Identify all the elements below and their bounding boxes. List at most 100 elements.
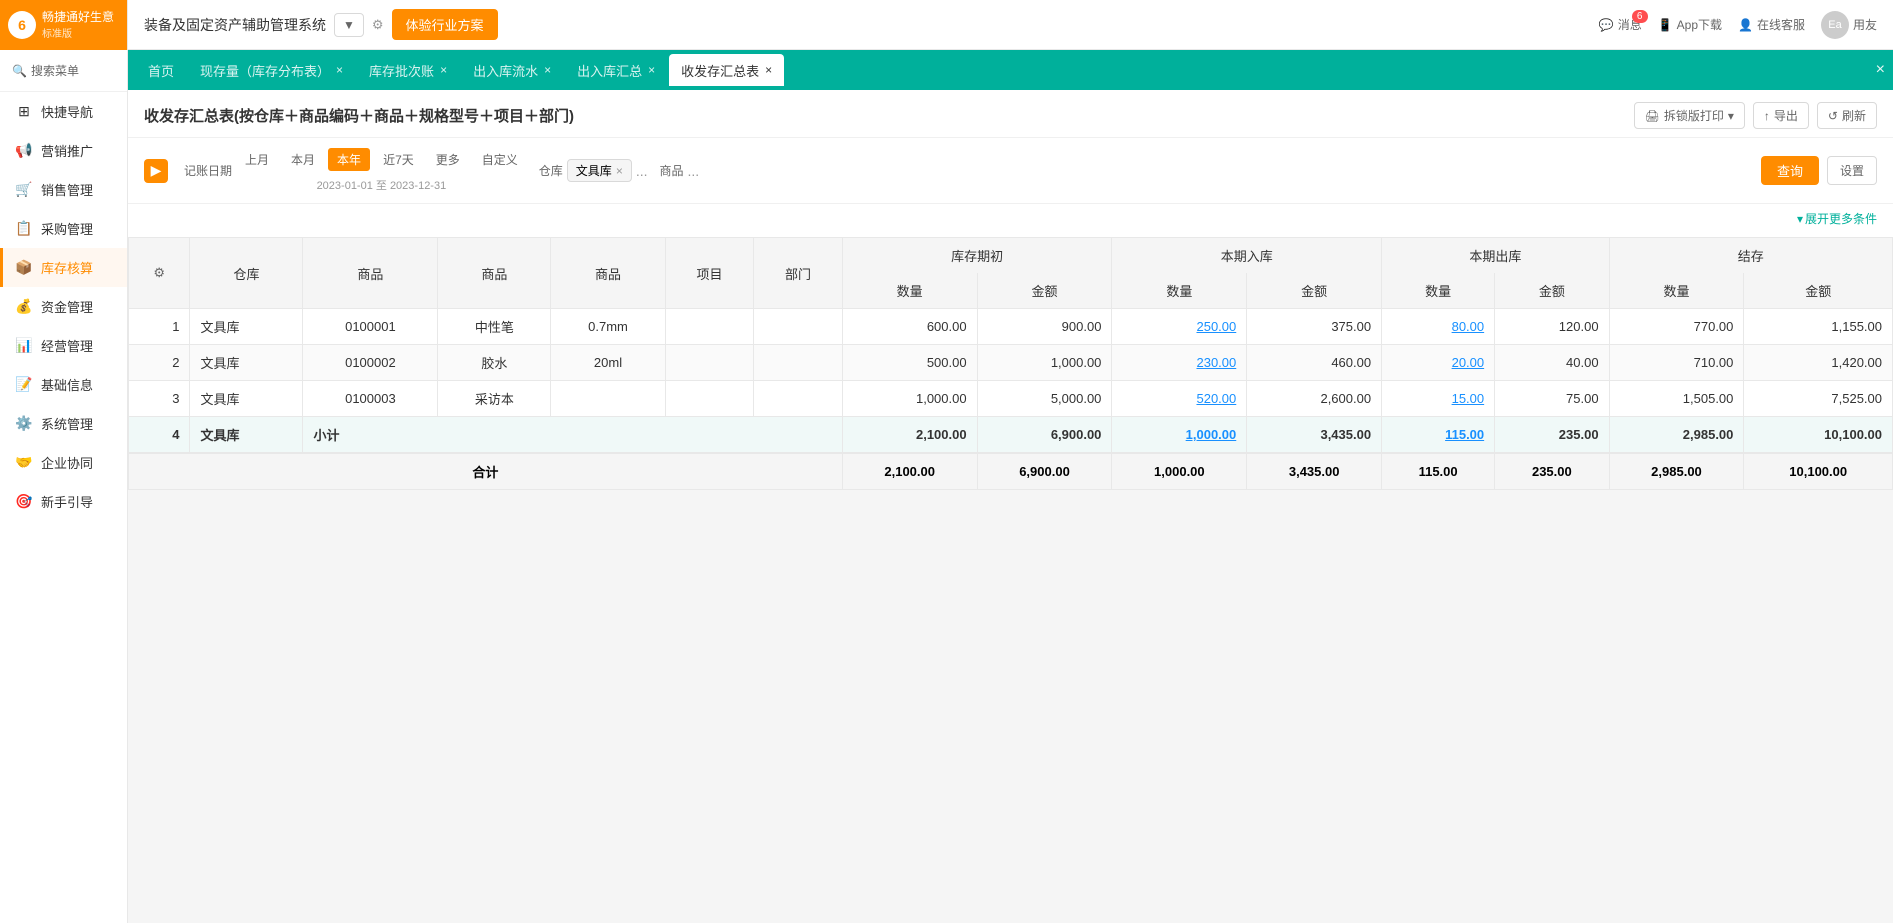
tab-stock-dist[interactable]: 现存量（库存分布表） × bbox=[188, 54, 355, 86]
sidebar-item-operation[interactable]: 📊 经营管理 bbox=[0, 326, 127, 365]
print-button[interactable]: 🖨 拆锁版打印 ▾ bbox=[1634, 102, 1745, 129]
total-out-qty: 115.00 bbox=[1382, 453, 1495, 490]
subtotal-in-qty[interactable]: 1,000.00 bbox=[1112, 417, 1247, 454]
table-row: 3 文具库 0100003 采访本 1,000.00 5,000.00 520.… bbox=[129, 381, 1893, 417]
notification-badge: 6 bbox=[1632, 10, 1648, 23]
online-service-item[interactable]: 👤 在线客服 bbox=[1738, 16, 1805, 33]
tab-stock-dist-close[interactable]: × bbox=[336, 63, 343, 77]
filter-row: 记账日期 上月 本月 本年 近7天 更多 自定义 2023-01-01 至 20… bbox=[184, 148, 1745, 193]
subtotal-open-amt: 6,900.00 bbox=[977, 417, 1112, 454]
close-all-tabs-button[interactable]: × bbox=[1876, 61, 1885, 79]
sidebar-item-sales[interactable]: 🛒 销售管理 bbox=[0, 170, 127, 209]
row1-dept bbox=[754, 309, 843, 345]
topbar: 装备及固定资产辅助管理系统 ▼ ⚙ 体验行业方案 💬 消息 6 📱 App下载 … bbox=[128, 0, 1893, 50]
row3-out-qty[interactable]: 15.00 bbox=[1382, 381, 1495, 417]
out-qty-header: 数量 bbox=[1382, 273, 1495, 309]
trial-button[interactable]: 体验行业方案 bbox=[392, 9, 498, 40]
col-goods-code-header: 商品 bbox=[303, 238, 438, 309]
operation-icon: 📊 bbox=[15, 337, 33, 354]
tab-batch-label: 库存批次账 bbox=[369, 61, 434, 80]
tab-batch[interactable]: 库存批次账 × bbox=[357, 54, 459, 86]
row2-out-amt: 40.00 bbox=[1495, 345, 1609, 381]
tab-recv-send-close[interactable]: × bbox=[765, 63, 772, 77]
filter-expand-button[interactable]: ▶ bbox=[144, 159, 168, 183]
sidebar-item-basic[interactable]: 📝 基础信息 bbox=[0, 365, 127, 404]
app-download-label: App下载 bbox=[1677, 16, 1722, 33]
enterprise-icon: 🤝 bbox=[15, 454, 33, 471]
warehouse-tag-close[interactable]: × bbox=[616, 164, 623, 178]
opening-qty-header: 数量 bbox=[842, 273, 977, 309]
table-wrapper: ⚙ 仓库 商品 商品 商品 项目 部门 库存期初 本期入库 本期出库 结存 bbox=[128, 237, 1893, 490]
row2-out-qty[interactable]: 20.00 bbox=[1382, 345, 1495, 381]
row3-goods-name: 采访本 bbox=[438, 381, 551, 417]
date-range-display: 2023-01-01 至 2023-12-31 bbox=[317, 177, 447, 193]
closing-amt-header: 金额 bbox=[1744, 273, 1893, 309]
export-button[interactable]: ↑ 导出 bbox=[1753, 102, 1809, 129]
subtotal-row: 4 文具库 小计 2,100.00 6,900.00 1,000.00 3,43… bbox=[129, 417, 1893, 454]
tab-recv-send[interactable]: 收发存汇总表 × bbox=[669, 54, 784, 86]
tab-in-out-summary[interactable]: 出入库汇总 × bbox=[565, 54, 667, 86]
tab-in-out-summary-close[interactable]: × bbox=[648, 63, 655, 77]
sidebar-item-system[interactable]: ⚙️ 系统管理 bbox=[0, 404, 127, 443]
last-7-btn[interactable]: 近7天 bbox=[374, 148, 423, 171]
row2-goods-spec: 20ml bbox=[551, 345, 665, 381]
expand-more-label: 展开更多条件 bbox=[1805, 210, 1877, 227]
sidebar-item-label: 系统管理 bbox=[41, 414, 93, 433]
sidebar-item-quick-nav[interactable]: ⊞ 快捷导航 bbox=[0, 92, 127, 131]
print-icon: 🖨 bbox=[1645, 109, 1660, 123]
this-month-btn[interactable]: 本月 bbox=[282, 148, 324, 171]
expand-more-button[interactable]: ▾ 展开更多条件 bbox=[1797, 210, 1877, 227]
settings-gear-icon[interactable]: ⚙ bbox=[372, 17, 384, 33]
row1-out-qty[interactable]: 80.00 bbox=[1382, 309, 1495, 345]
refresh-button[interactable]: ↺ 刷新 bbox=[1817, 102, 1877, 129]
app-download-item[interactable]: 📱 App下载 bbox=[1658, 16, 1722, 33]
more-date-btn[interactable]: 更多 bbox=[427, 148, 469, 171]
row2-project bbox=[665, 345, 754, 381]
row3-in-qty[interactable]: 520.00 bbox=[1112, 381, 1247, 417]
date-filters: 上月 本月 本年 近7天 更多 自定义 2023-01-01 至 2023-12… bbox=[236, 148, 527, 193]
row2-goods-name: 胶水 bbox=[438, 345, 551, 381]
tab-in-out-flow-close[interactable]: × bbox=[544, 63, 551, 77]
logo-icon: 6 bbox=[8, 11, 36, 39]
row3-close-amt: 7,525.00 bbox=[1744, 381, 1893, 417]
sidebar-item-newbie[interactable]: 🎯 新手引导 bbox=[0, 482, 127, 521]
this-year-btn[interactable]: 本年 bbox=[328, 148, 370, 171]
query-button[interactable]: 查询 bbox=[1761, 156, 1819, 185]
user-label: 用友 bbox=[1853, 16, 1877, 33]
sidebar-item-enterprise[interactable]: 🤝 企业协同 bbox=[0, 443, 127, 482]
subtotal-out-qty[interactable]: 115.00 bbox=[1382, 417, 1495, 454]
sidebar-item-purchase[interactable]: 📋 采购管理 bbox=[0, 209, 127, 248]
warehouse-ellipsis[interactable]: ... bbox=[636, 163, 648, 179]
filter-row2: ▾ 展开更多条件 bbox=[128, 204, 1893, 237]
row3-project bbox=[665, 381, 754, 417]
prev-month-btn[interactable]: 上月 bbox=[236, 148, 278, 171]
search-menu-button[interactable]: 🔍 搜索菜单 bbox=[8, 58, 119, 83]
tab-home[interactable]: 首页 bbox=[136, 54, 186, 86]
sidebar-item-marketing[interactable]: 📢 营销推广 bbox=[0, 131, 127, 170]
system-dropdown[interactable]: ▼ bbox=[334, 13, 364, 37]
row3-open-qty: 1,000.00 bbox=[842, 381, 977, 417]
sidebar-item-finance[interactable]: 💰 资金管理 bbox=[0, 287, 127, 326]
setting-button[interactable]: 设置 bbox=[1827, 156, 1877, 185]
goods-ellipsis[interactable]: ... bbox=[688, 163, 700, 179]
user-item[interactable]: Ea 用友 bbox=[1821, 11, 1877, 39]
row1-open-amt: 900.00 bbox=[977, 309, 1112, 345]
row2-close-amt: 1,420.00 bbox=[1744, 345, 1893, 381]
in-qty-header: 数量 bbox=[1112, 273, 1247, 309]
sidebar-item-label: 快捷导航 bbox=[41, 102, 93, 121]
filter-bar: ▶ 记账日期 上月 本月 本年 近7天 更多 自定义 bbox=[128, 138, 1893, 204]
row1-in-qty[interactable]: 250.00 bbox=[1112, 309, 1247, 345]
custom-date-btn[interactable]: 自定义 bbox=[473, 148, 527, 171]
row2-in-qty[interactable]: 230.00 bbox=[1112, 345, 1247, 381]
finance-icon: 💰 bbox=[15, 298, 33, 315]
tab-batch-close[interactable]: × bbox=[440, 63, 447, 77]
tab-in-out-flow[interactable]: 出入库流水 × bbox=[461, 54, 563, 86]
col-settings-header[interactable]: ⚙ bbox=[129, 238, 190, 309]
row2-no: 2 bbox=[129, 345, 190, 381]
notification-item[interactable]: 💬 消息 6 bbox=[1599, 16, 1642, 33]
sidebar-item-inventory[interactable]: 📦 库存核算 bbox=[0, 248, 127, 287]
total-in-qty: 1,000.00 bbox=[1112, 453, 1247, 490]
total-open-qty: 2,100.00 bbox=[842, 453, 977, 490]
tab-home-label: 首页 bbox=[148, 61, 174, 80]
purchase-icon: 📋 bbox=[15, 220, 33, 237]
